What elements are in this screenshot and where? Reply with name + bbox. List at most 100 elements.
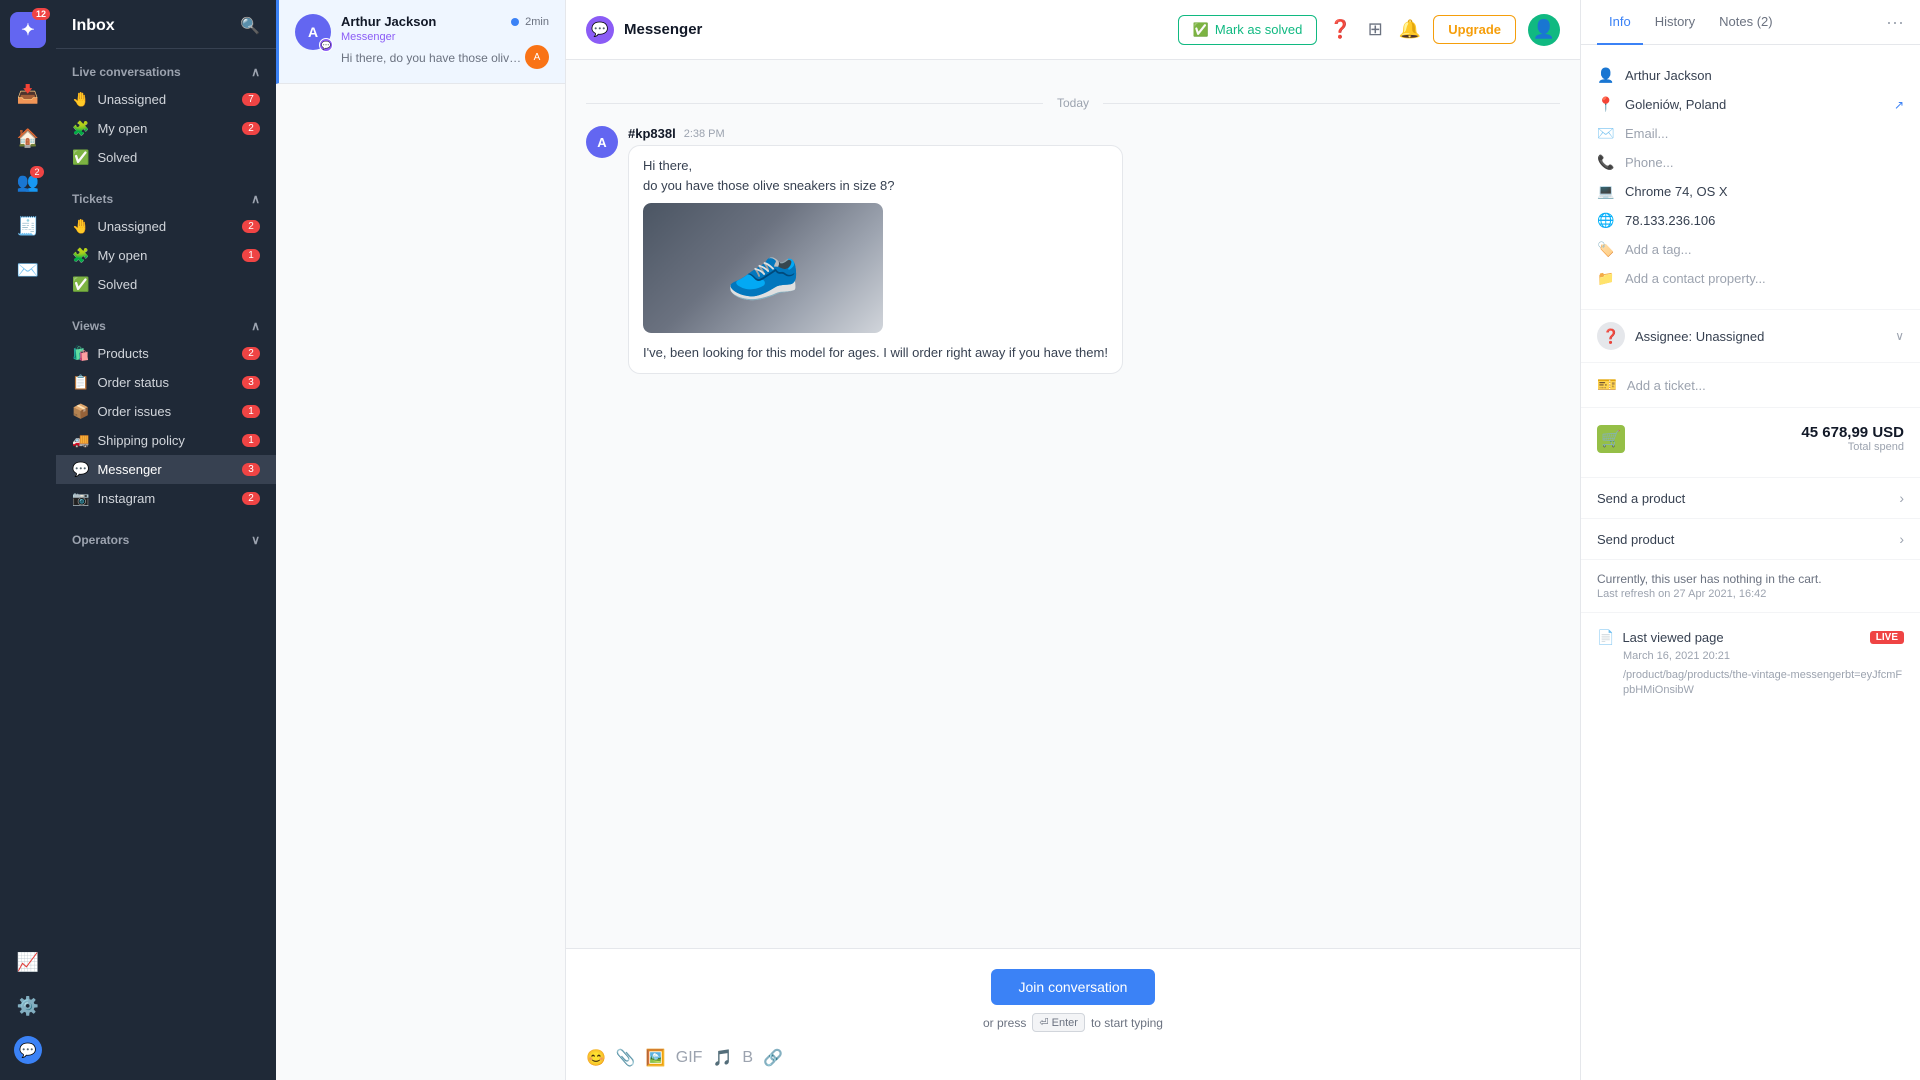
sidebar-item-solved-live[interactable]: ✅ Solved — [56, 143, 276, 172]
sidebar-item-myopen-live[interactable]: 🧩 My open 2 — [56, 114, 276, 143]
send-product-row[interactable]: Send product › — [1581, 519, 1920, 560]
products-icon: 🛍️ — [72, 345, 89, 362]
last-viewed-date: March 16, 2021 20:21 — [1623, 650, 1904, 662]
last-viewed-title: Last viewed page — [1622, 630, 1861, 645]
send-product2-chevron-icon: › — [1899, 531, 1904, 547]
contact-tag-row[interactable]: 🏷️ Add a tag... — [1597, 235, 1904, 264]
contact-email-row[interactable]: ✉️ Email... — [1597, 119, 1904, 148]
attachment-icon[interactable]: 📎 — [616, 1048, 636, 1068]
instagram-label: Instagram — [97, 491, 155, 506]
contact-phone: Phone... — [1625, 155, 1904, 170]
add-ticket-row[interactable]: 🎫 Add a ticket... — [1581, 363, 1920, 408]
last-viewed-url: /product/bag/products/the-vintage-messen… — [1623, 668, 1904, 699]
shopify-amount: 45 678,99 USD — [1801, 424, 1904, 441]
nav-analytics[interactable]: 📈 — [10, 944, 46, 980]
assignee-icon: ❓ — [1597, 322, 1625, 350]
link-icon[interactable]: 🔗 — [763, 1048, 783, 1068]
contact-name: Arthur Jackson — [1625, 68, 1904, 83]
assignee-row[interactable]: ❓ Assignee: Unassigned ∨ — [1581, 310, 1920, 363]
enter-key: ⏎ Enter — [1032, 1013, 1085, 1032]
shipping-policy-count: 1 — [242, 434, 260, 447]
sidebar-item-shipping-policy[interactable]: 🚚 Shipping policy 1 — [56, 426, 276, 455]
mark-solved-button[interactable]: ✅ Mark as solved — [1178, 15, 1318, 45]
bold-icon[interactable]: B — [742, 1049, 753, 1067]
tab-notes[interactable]: Notes (2) — [1707, 0, 1784, 45]
chevron-up-views-icon: ∧ — [251, 319, 260, 333]
solved-tickets-icon: ✅ — [72, 276, 89, 293]
unassigned-live-icon: 🤚 — [72, 91, 89, 108]
more-options-icon[interactable]: ··· — [1886, 12, 1904, 33]
audio-icon[interactable]: 🎵 — [712, 1048, 732, 1068]
user-avatar-button[interactable]: 👤 — [1528, 14, 1560, 46]
assignee-chevron-icon[interactable]: ∨ — [1895, 329, 1904, 343]
contact-ip-row: 🌐 78.133.236.106 — [1597, 206, 1904, 235]
mark-solved-label: Mark as solved — [1215, 22, 1302, 37]
tab-info[interactable]: Info — [1597, 0, 1643, 45]
products-count: 2 — [242, 347, 260, 360]
sidebar-item-unassigned-tickets[interactable]: 🤚 Unassigned 2 — [56, 212, 276, 241]
total-spend-label: Total spend — [1801, 441, 1904, 453]
right-tabs: Info History Notes (2) ··· — [1581, 0, 1920, 45]
sidebar-search-icon[interactable]: 🔍 — [240, 16, 260, 36]
gif-icon[interactable]: GIF — [676, 1049, 703, 1067]
or-press-label: or press — [983, 1016, 1026, 1030]
image-icon[interactable]: 🖼️ — [646, 1048, 666, 1068]
tab-history[interactable]: History — [1643, 0, 1707, 45]
nav-contacts[interactable]: 👥 2 — [10, 164, 46, 200]
assignee-label: Assignee: Unassigned — [1635, 329, 1885, 344]
nav-email[interactable]: ✉️ — [10, 252, 46, 288]
nav-inbox[interactable]: 📥 — [10, 76, 46, 112]
location-external-link[interactable]: ↗ — [1894, 98, 1904, 112]
upgrade-button[interactable]: Upgrade — [1433, 15, 1516, 44]
live-conversations-section: Live conversations ∧ 🤚 Unassigned 7 🧩 My… — [56, 49, 276, 176]
icon-bar: ✦ 12 📥 🏠 👥 2 🧾 ✉️ 📈 ⚙️ 💬 — [0, 0, 56, 1080]
sidebar-item-order-status[interactable]: 📋 Order status 3 — [56, 368, 276, 397]
join-conversation-button[interactable]: Join conversation — [991, 969, 1156, 1005]
contacts-badge: 2 — [30, 166, 44, 178]
instagram-count: 2 — [242, 492, 260, 505]
nav-orders[interactable]: 🧾 — [10, 208, 46, 244]
live-conversations-label: Live conversations — [72, 65, 181, 79]
sidebar-item-solved-tickets[interactable]: ✅ Solved — [56, 270, 276, 299]
operators-toggle[interactable]: Operators ∨ — [56, 529, 276, 553]
sidebar-item-myopen-tickets[interactable]: 🧩 My open 1 — [56, 241, 276, 270]
nav-settings[interactable]: ⚙️ — [10, 988, 46, 1024]
sidebar-item-order-issues[interactable]: 📦 Order issues 1 — [56, 397, 276, 426]
nav-help[interactable]: 💬 — [10, 1032, 46, 1068]
live-conversations-toggle[interactable]: Live conversations ∧ — [56, 61, 276, 85]
emoji-icon[interactable]: 😊 — [586, 1048, 606, 1068]
myopen-tickets-label: My open — [97, 248, 147, 263]
add-ticket-label: Add a ticket... — [1627, 378, 1706, 393]
nav-home[interactable]: 🏠 — [10, 120, 46, 156]
online-indicator — [511, 18, 519, 26]
conversation-list: A 💬 Arthur Jackson 2min Messenger Hi the… — [276, 0, 566, 1080]
tickets-toggle[interactable]: Tickets ∧ — [56, 188, 276, 212]
person-icon: 👤 — [1597, 67, 1615, 84]
sidebar-item-instagram[interactable]: 📷 Instagram 2 — [56, 484, 276, 513]
myopen-live-icon: 🧩 — [72, 120, 89, 137]
messenger-count: 3 — [242, 463, 260, 476]
operators-label: Operators — [72, 533, 129, 547]
conversation-item-arthur[interactable]: A 💬 Arthur Jackson 2min Messenger Hi the… — [276, 0, 565, 84]
msg-header-1: #kp838l 2:38 PM — [628, 126, 1560, 141]
views-toggle[interactable]: Views ∧ — [56, 315, 276, 339]
operators-section: Operators ∨ — [56, 517, 276, 557]
send-a-product-label: Send a product — [1597, 491, 1685, 506]
contact-phone-row[interactable]: 📞 Phone... — [1597, 148, 1904, 177]
sidebar-item-products[interactable]: 🛍️ Products 2 — [56, 339, 276, 368]
contact-property: Add a contact property... — [1625, 271, 1904, 286]
contact-browser-row: 💻 Chrome 74, OS X — [1597, 177, 1904, 206]
grid-icon[interactable]: ⊞ — [1368, 19, 1383, 40]
sidebar-item-unassigned-live[interactable]: 🤚 Unassigned 7 — [56, 85, 276, 114]
app-icon[interactable]: ✦ 12 — [10, 12, 46, 48]
date-divider: Today — [586, 96, 1560, 110]
live-badge: LIVE — [1870, 631, 1904, 644]
bell-icon[interactable]: 🔔 — [1399, 19, 1421, 40]
help-icon[interactable]: ❓ — [1329, 19, 1351, 40]
cart-section: Currently, this user has nothing in the … — [1581, 560, 1920, 613]
sidebar-item-messenger[interactable]: 💬 Messenger 3 — [56, 455, 276, 484]
send-a-product-row[interactable]: Send a product › — [1581, 478, 1920, 519]
contact-property-row[interactable]: 📁 Add a contact property... — [1597, 264, 1904, 293]
conv-preview-arthur: Hi there, do you have those olive... — [341, 51, 525, 65]
shoe-image-visual — [643, 203, 883, 333]
